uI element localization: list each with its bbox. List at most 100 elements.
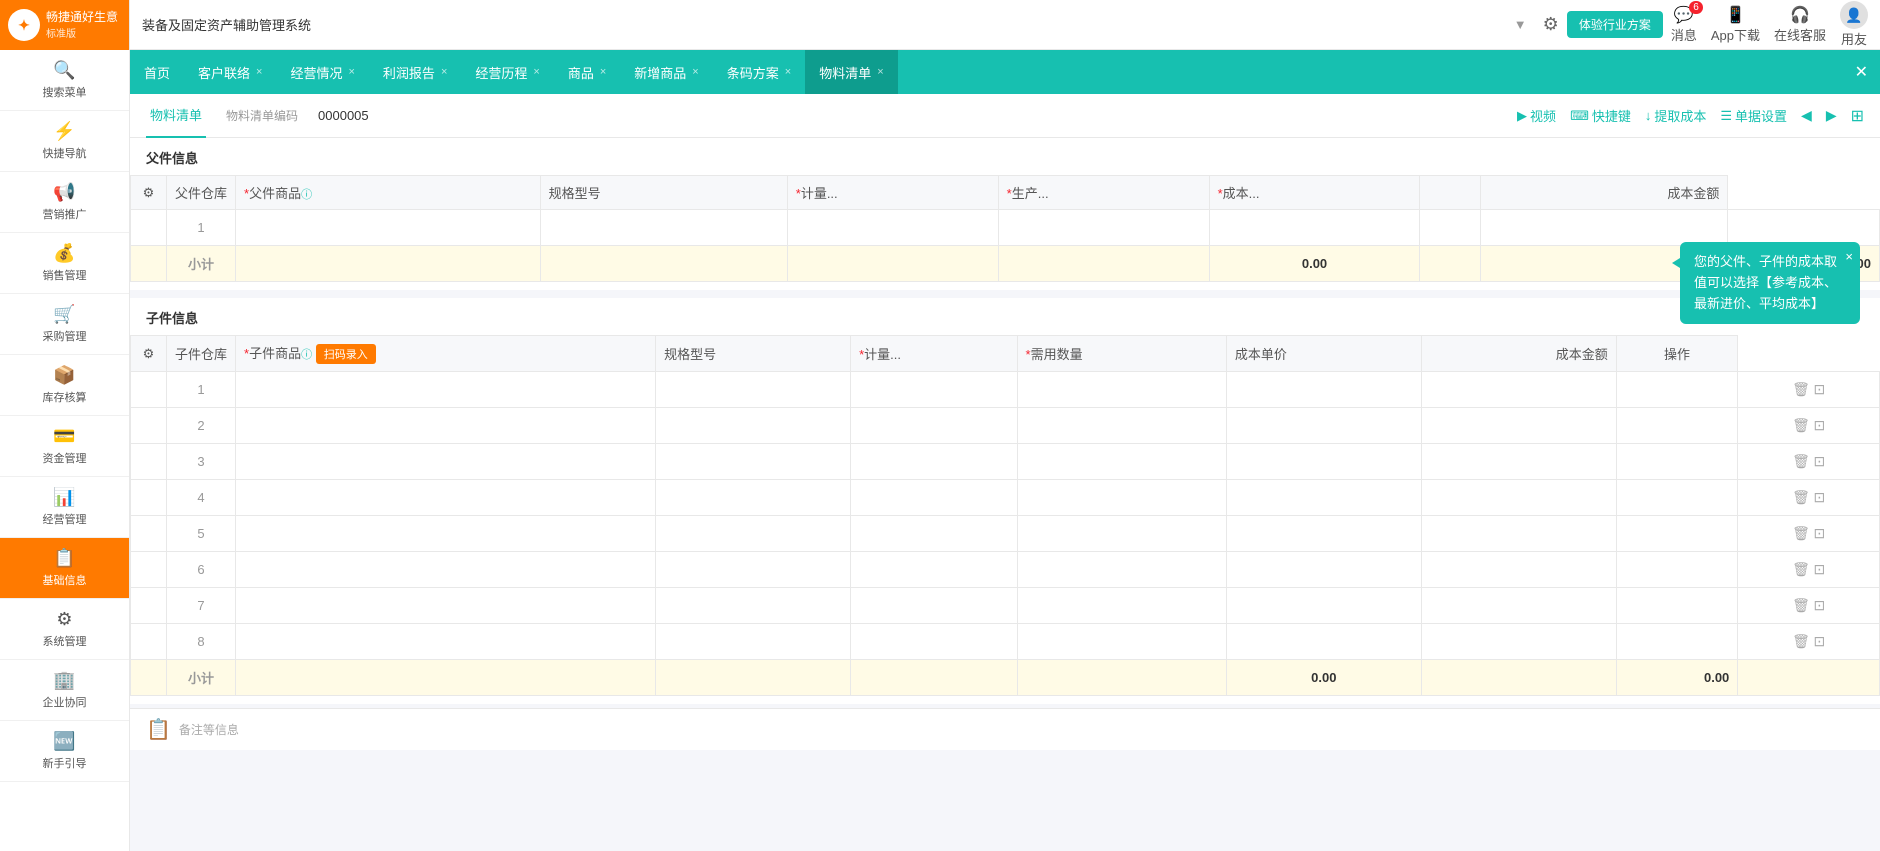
action-extract-cost[interactable]: ↓ 提取成本 [1645, 106, 1707, 125]
child-row-qty[interactable] [1226, 444, 1421, 480]
child-row-warehouse[interactable] [236, 552, 656, 588]
child-row-warehouse[interactable] [236, 408, 656, 444]
child-row-qty[interactable] [1226, 588, 1421, 624]
action-shortcut[interactable]: ⌨ 快捷键 [1570, 106, 1631, 125]
copy-btn[interactable]: ⊡ [1813, 453, 1825, 470]
copy-btn[interactable]: ⊡ [1813, 561, 1825, 578]
child-row-warehouse[interactable] [236, 480, 656, 516]
topbar-chevron-icon[interactable]: ▼ [1514, 17, 1527, 32]
sidebar-item-marketing[interactable]: 📢营销推广 [0, 172, 129, 233]
parent-row-warehouse[interactable] [236, 210, 541, 246]
child-row-unit-cost[interactable] [1421, 588, 1616, 624]
child-row-unit[interactable] [1017, 624, 1226, 660]
child-row-unit-cost[interactable] [1421, 624, 1616, 660]
delete-btn[interactable]: 🗑 [1792, 417, 1810, 434]
child-row-spec[interactable] [851, 408, 1017, 444]
nav-tab-barcode[interactable]: 条码方案× [713, 50, 805, 94]
copy-btn[interactable]: ⊡ [1813, 417, 1825, 434]
sidebar-item-inventory[interactable]: 📦库存核算 [0, 355, 129, 416]
child-row-product[interactable] [656, 444, 851, 480]
nav-tab-home[interactable]: 首页 [130, 50, 184, 94]
child-row-spec[interactable] [851, 516, 1017, 552]
child-row-unit[interactable] [1017, 408, 1226, 444]
delete-btn[interactable]: 🗑 [1792, 633, 1810, 650]
child-row-product[interactable] [656, 516, 851, 552]
delete-btn[interactable]: 🗑 [1792, 489, 1810, 506]
nav-prev-icon[interactable]: ◀ [1801, 107, 1812, 124]
child-row-warehouse[interactable] [236, 624, 656, 660]
child-row-qty[interactable] [1226, 516, 1421, 552]
experience-btn[interactable]: 体验行业方案 [1567, 11, 1663, 38]
delete-btn[interactable]: 🗑 [1792, 597, 1810, 614]
tooltip-close-btn[interactable]: × [1845, 247, 1853, 268]
child-row-qty[interactable] [1226, 372, 1421, 408]
sidebar-item-quick[interactable]: ⚡快捷导航 [0, 111, 129, 172]
child-row-spec[interactable] [851, 480, 1017, 516]
nav-tab-bom[interactable]: 物料清单× [805, 50, 897, 94]
child-row-product[interactable] [656, 588, 851, 624]
child-row-unit-cost[interactable] [1421, 516, 1616, 552]
child-row-unit[interactable] [1017, 588, 1226, 624]
delete-btn[interactable]: 🗑 [1792, 525, 1810, 542]
tab-close-icon[interactable]: × [441, 66, 447, 78]
child-row-unit-cost[interactable] [1421, 480, 1616, 516]
child-row-spec[interactable] [851, 444, 1017, 480]
child-row-unit[interactable] [1017, 552, 1226, 588]
child-row-unit[interactable] [1017, 372, 1226, 408]
child-row-warehouse[interactable] [236, 372, 656, 408]
sidebar-item-sales[interactable]: 💰销售管理 [0, 233, 129, 294]
messages-item[interactable]: 💬 6 消息 [1671, 5, 1697, 44]
app-download-item[interactable]: 📱 App下载 [1711, 5, 1760, 44]
tab-close-icon[interactable]: × [533, 66, 539, 78]
child-row-qty[interactable] [1226, 552, 1421, 588]
delete-btn[interactable]: 🗑 [1792, 561, 1810, 578]
online-service-item[interactable]: 🎧 在线客服 [1774, 5, 1826, 44]
child-row-warehouse[interactable] [236, 516, 656, 552]
child-row-product[interactable] [656, 372, 851, 408]
action-single-settings[interactable]: ☰ 单据设置 [1720, 106, 1787, 125]
child-row-unit[interactable] [1017, 480, 1226, 516]
action-video[interactable]: ▶ 视频 [1517, 106, 1556, 125]
child-row-spec[interactable] [851, 372, 1017, 408]
scan-btn[interactable]: 扫码录入 [316, 344, 376, 364]
settings-icon[interactable]: ⚙ [1543, 14, 1559, 35]
parent-row-unit[interactable] [998, 210, 1209, 246]
sidebar-item-purchase[interactable]: 🛒采购管理 [0, 294, 129, 355]
copy-btn[interactable]: ⊡ [1813, 633, 1825, 650]
sidebar-item-corp[interactable]: 🏢企业协同 [0, 660, 129, 721]
parent-row-product[interactable] [540, 210, 787, 246]
parent-row-cost[interactable] [1420, 210, 1481, 246]
nav-tab-goods[interactable]: 商品× [554, 50, 620, 94]
tab-close-icon[interactable]: × [785, 66, 791, 78]
child-row-unit-cost[interactable] [1421, 444, 1616, 480]
child-row-spec[interactable] [851, 552, 1017, 588]
nav-tab-history[interactable]: 经营历程× [461, 50, 553, 94]
nav-next-icon[interactable]: ▶ [1826, 107, 1837, 124]
child-row-unit-cost[interactable] [1421, 408, 1616, 444]
tab-close-icon[interactable]: × [600, 66, 606, 78]
sidebar-item-finance[interactable]: 💳资金管理 [0, 416, 129, 477]
child-row-warehouse[interactable] [236, 444, 656, 480]
tab-close-all-icon[interactable]: ✕ [1843, 62, 1880, 82]
child-row-qty[interactable] [1226, 624, 1421, 660]
child-row-spec[interactable] [851, 624, 1017, 660]
copy-btn[interactable]: ⊡ [1813, 489, 1825, 506]
copy-btn[interactable]: ⊡ [1813, 597, 1825, 614]
child-row-qty[interactable] [1226, 408, 1421, 444]
nav-tab-new_goods[interactable]: 新增商品× [620, 50, 712, 94]
sidebar-item-system[interactable]: ⚙系统管理 [0, 599, 129, 660]
copy-btn[interactable]: ⊡ [1813, 525, 1825, 542]
nav-tab-customer[interactable]: 客户联络× [184, 50, 276, 94]
child-row-unit[interactable] [1017, 516, 1226, 552]
tab-close-icon[interactable]: × [692, 66, 698, 78]
child-row-unit-cost[interactable] [1421, 552, 1616, 588]
delete-btn[interactable]: 🗑 [1792, 381, 1810, 398]
child-row-product[interactable] [656, 624, 851, 660]
child-row-product[interactable] [656, 552, 851, 588]
tab-bom[interactable]: 物料清单 [146, 94, 206, 138]
tab-close-icon[interactable]: × [877, 66, 883, 78]
child-row-warehouse[interactable] [236, 588, 656, 624]
sidebar-item-guide[interactable]: 🆕新手引导 [0, 721, 129, 782]
child-row-product[interactable] [656, 480, 851, 516]
delete-btn[interactable]: 🗑 [1792, 453, 1810, 470]
